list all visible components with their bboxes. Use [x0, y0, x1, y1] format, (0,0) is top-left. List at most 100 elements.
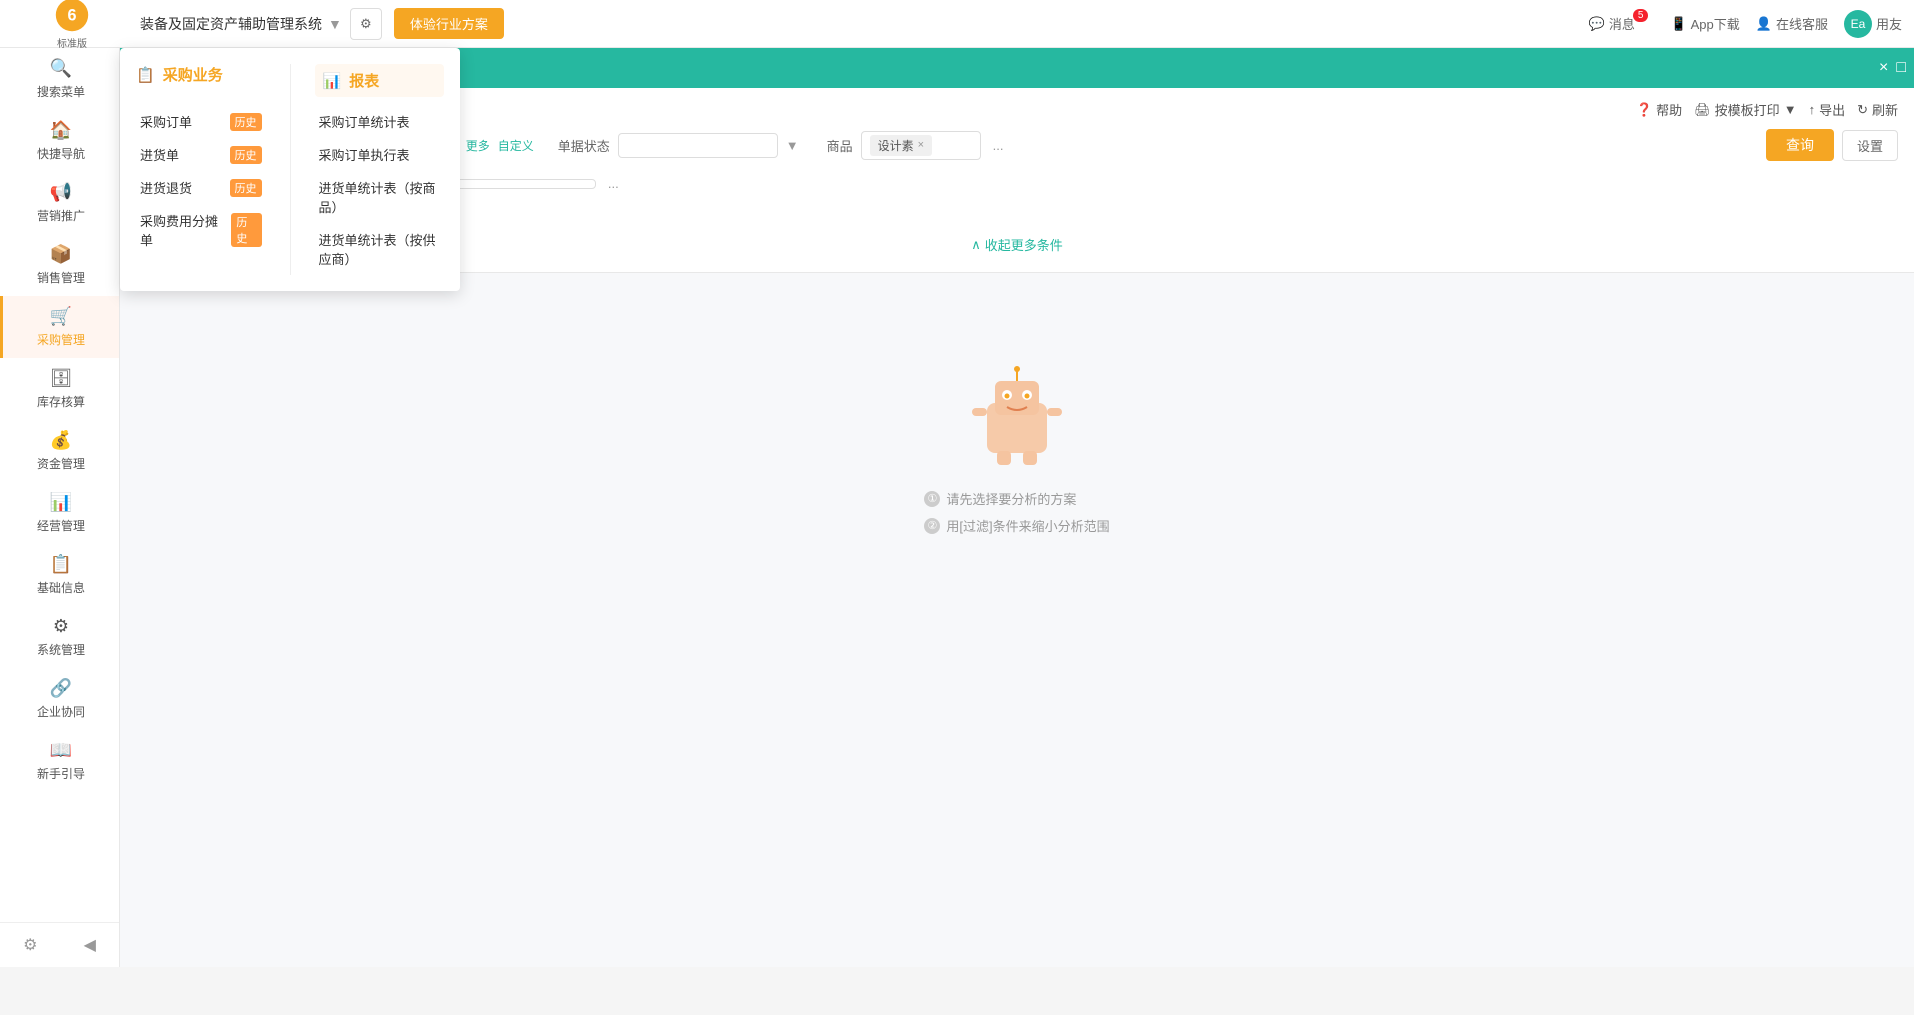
- empty-tip-1: ① 请先选择要分析的方案: [924, 489, 1109, 508]
- goods-stats-by-supplier-item[interactable]: 进货单统计表（按供应商）: [315, 223, 445, 275]
- sidebar-item-operations[interactable]: 📊 经营管理: [0, 482, 119, 544]
- gear-button[interactable]: ⚙: [350, 8, 382, 40]
- sidebar: 🔍 搜索菜单 🏠 快捷导航 📢 营销推广 📦 销售管理 🛒 采购管理 🗄 库存核…: [0, 48, 120, 967]
- print-icon: 🖨: [1694, 102, 1711, 118]
- export-button[interactable]: ↑ 导出: [1809, 100, 1846, 119]
- report-column-title: 📊 报表: [315, 64, 445, 97]
- top-bar: 6 标准版 装备及固定资产辅助管理系统 ▼ ⚙ 体验行业方案 💬 消息 5 📱 …: [0, 0, 1914, 48]
- operations-icon: 📊: [50, 492, 72, 513]
- goods-tag-close[interactable]: ×: [918, 139, 924, 151]
- sidebar-item-newbie[interactable]: 📖 新手引导: [0, 730, 119, 792]
- help-button[interactable]: ❓ 帮助: [1636, 100, 1682, 119]
- empty-tip-2: ② 用[过滤]条件来缩小分析范围: [924, 516, 1109, 535]
- salesperson-dots[interactable]: ...: [604, 176, 623, 191]
- finance-icon: 💰: [50, 430, 72, 451]
- goods-return-item[interactable]: 进货退货 历史: [136, 171, 266, 204]
- avatar: Ea: [1844, 10, 1872, 38]
- more-shortcut[interactable]: 更多: [466, 137, 490, 154]
- purchase-order-history[interactable]: 历史: [230, 113, 262, 131]
- logo-area: 6 标准版: [12, 0, 132, 50]
- print-template-button[interactable]: 🖨 按模板打印 ▼: [1694, 100, 1796, 119]
- help-icon: ❓: [1636, 102, 1652, 118]
- goods-return-history[interactable]: 历史: [230, 179, 262, 197]
- message-badge: 5: [1633, 9, 1649, 22]
- goods-receipt-item[interactable]: 进货单 历史: [136, 138, 266, 171]
- purchase-order-stats-item[interactable]: 采购订单统计表: [315, 105, 445, 138]
- tip-num-2: ②: [924, 518, 940, 534]
- dropdown-divider: [290, 64, 291, 275]
- status-label: 单据状态: [558, 136, 610, 155]
- settings-button[interactable]: 设置: [1842, 130, 1898, 161]
- user-item[interactable]: Ea 用友: [1844, 10, 1902, 38]
- tab-window-close[interactable]: ×: [1879, 59, 1888, 77]
- collapse-sidebar-button[interactable]: ◀: [80, 931, 100, 959]
- collapse-chevron-icon: ∧: [971, 237, 981, 253]
- status-select[interactable]: [618, 133, 778, 158]
- export-icon: ↑: [1809, 102, 1816, 117]
- newbie-icon: 📖: [50, 740, 72, 761]
- app-download-item[interactable]: 📱 App下载: [1670, 14, 1739, 33]
- purchase-expense-item[interactable]: 采购费用分摊单 历史: [136, 204, 266, 256]
- refresh-button[interactable]: ↻ 刷新: [1857, 100, 1898, 119]
- sidebar-item-search[interactable]: 🔍 搜索菜单: [0, 48, 119, 110]
- settings-bottom-button[interactable]: ⚙: [19, 931, 41, 959]
- online-service-item[interactable]: 👤 在线客服: [1756, 14, 1828, 33]
- top-right-area: 💬 消息 5 📱 App下载 👤 在线客服 Ea 用友: [1589, 10, 1902, 38]
- purchase-column: 📋 采购业务 采购订单 历史 进货单 历史 进货退货 历史 采购费用分摊单 历史: [136, 64, 266, 275]
- report-column: 📊 报表 采购订单统计表 采购订单执行表 进货单统计表（按商品） 进货单统计表（…: [315, 64, 445, 275]
- system-icon: ⚙: [53, 616, 69, 637]
- enterprise-icon: 🔗: [50, 678, 72, 699]
- home-icon: 🏠: [50, 120, 72, 141]
- sidebar-item-purchase[interactable]: 🛒 采购管理: [0, 296, 119, 358]
- sidebar-item-marketing[interactable]: 📢 营销推广: [0, 172, 119, 234]
- system-dropdown-arrow[interactable]: ▼: [328, 16, 342, 32]
- goods-receipt-history[interactable]: 历史: [230, 146, 262, 164]
- purchase-icon: 🛒: [50, 306, 72, 327]
- purchase-expense-history[interactable]: 历史: [231, 213, 261, 247]
- purchase-column-title: 📋 采购业务: [136, 64, 266, 93]
- basic-info-icon: 📋: [50, 554, 72, 575]
- tip-num-1: ①: [924, 491, 940, 507]
- system-name: 装备及固定资产辅助管理系统 ▼: [140, 14, 342, 34]
- purchase-dropdown-menu: 📋 采购业务 采购订单 历史 进货单 历史 进货退货 历史 采购费用分摊单 历史…: [120, 48, 460, 291]
- phone-icon: 📱: [1670, 16, 1686, 32]
- sidebar-item-inventory[interactable]: 🗄 库存核算: [0, 358, 119, 420]
- goods-stats-by-product-item[interactable]: 进货单统计表（按商品）: [315, 171, 445, 223]
- tabs-right: × □: [1879, 59, 1914, 77]
- print-dropdown-arrow[interactable]: ▼: [1784, 102, 1797, 117]
- sidebar-item-basic-info[interactable]: 📋 基础信息: [0, 544, 119, 606]
- service-icon: 👤: [1756, 16, 1772, 32]
- purchase-order-exec-item[interactable]: 采购订单执行表: [315, 138, 445, 171]
- marketing-icon: 📢: [50, 182, 72, 203]
- logo-text: 标准版: [57, 35, 87, 50]
- status-dots[interactable]: ▼: [782, 138, 803, 153]
- sidebar-item-sales[interactable]: 📦 销售管理: [0, 234, 119, 296]
- goods-filter-row: 商品 设计素 × ...: [827, 131, 1008, 160]
- empty-illustration: [957, 353, 1077, 473]
- messages-item[interactable]: 💬 消息 5: [1589, 14, 1655, 33]
- empty-state: ① 请先选择要分析的方案 ② 用[过滤]条件来缩小分析范围: [120, 273, 1914, 615]
- logo-icon: 6: [54, 0, 90, 33]
- report-title-icon: 📊: [323, 72, 342, 90]
- inventory-icon: 🗄: [50, 368, 73, 389]
- refresh-icon: ↻: [1857, 102, 1868, 118]
- custom-shortcut[interactable]: 自定义: [498, 137, 534, 154]
- svg-text:6: 6: [67, 6, 76, 24]
- sales-icon: 📦: [50, 244, 72, 265]
- sidebar-item-enterprise[interactable]: 🔗 企业协同: [0, 668, 119, 730]
- sidebar-item-finance[interactable]: 💰 资金管理: [0, 420, 119, 482]
- goods-tag: 设计素 ×: [870, 135, 932, 156]
- sidebar-item-system[interactable]: ⚙ 系统管理: [0, 606, 119, 668]
- empty-tips: ① 请先选择要分析的方案 ② 用[过滤]条件来缩小分析范围: [924, 489, 1109, 535]
- tab-maximize[interactable]: □: [1896, 59, 1906, 77]
- goods-dots[interactable]: ...: [989, 138, 1008, 153]
- purchase-order-item[interactable]: 采购订单 历史: [136, 105, 266, 138]
- search-icon: 🔍: [50, 58, 72, 79]
- sidebar-bottom: ⚙ ◀: [0, 922, 119, 967]
- message-icon: 💬: [1589, 16, 1605, 32]
- goods-label: 商品: [827, 136, 853, 155]
- status-filter-row: 单据状态 ▼: [558, 133, 803, 158]
- sidebar-item-quick-nav[interactable]: 🏠 快捷导航: [0, 110, 119, 172]
- industry-button[interactable]: 体验行业方案: [394, 8, 504, 39]
- query-button[interactable]: 查询: [1766, 129, 1834, 161]
